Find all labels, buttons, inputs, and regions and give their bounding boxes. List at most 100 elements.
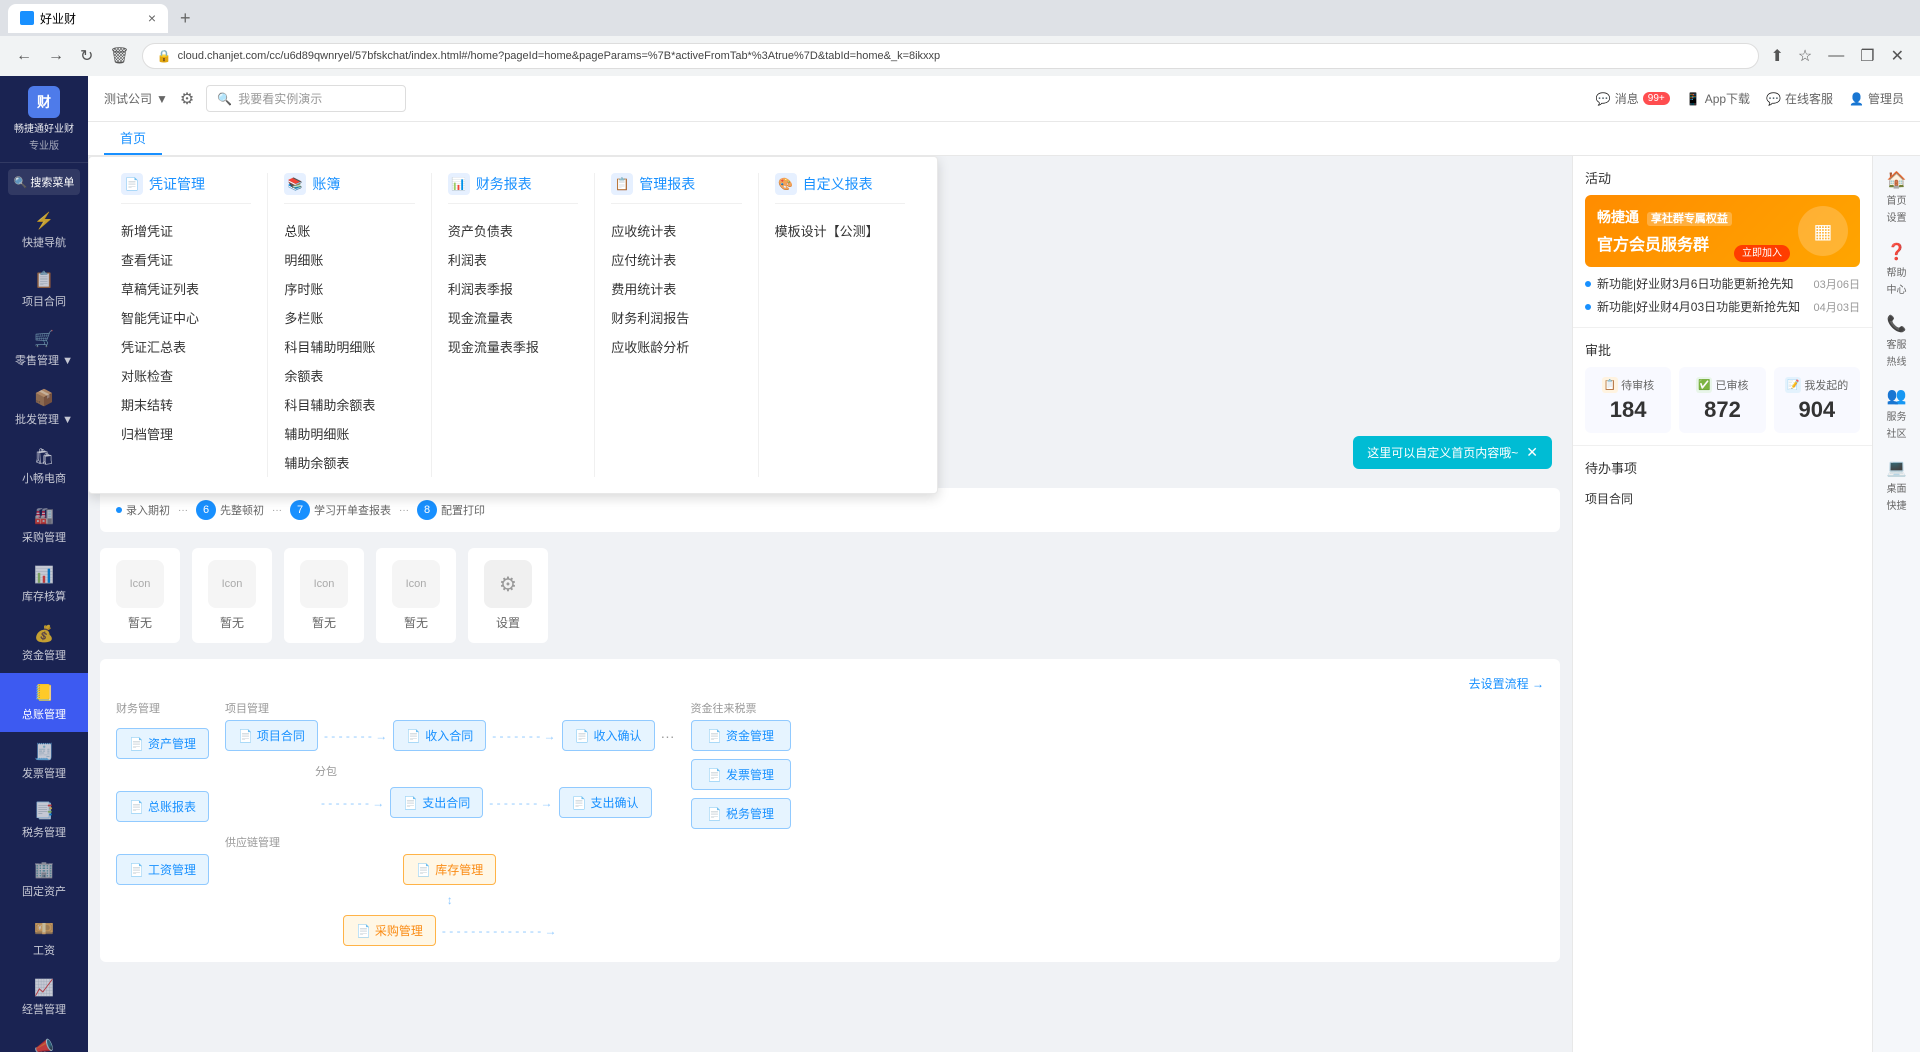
ledger-menu-item-7[interactable]: 辅助明细账: [284, 419, 414, 448]
voucher-menu-item-1[interactable]: 查看凭证: [121, 245, 251, 274]
sidebar-item-inventory[interactable]: 📊 库存核算: [0, 555, 88, 614]
flow-box-cost-contract[interactable]: 📄支出合同: [390, 787, 483, 818]
sidebar-item-quick-nav[interactable]: ⚡ 快捷导航: [0, 201, 88, 260]
right-sidebar-help[interactable]: ❓ 帮助 中心: [1883, 236, 1911, 302]
ledger-menu-item-5[interactable]: 余额表: [284, 361, 414, 390]
flow-box-payroll[interactable]: 📄工资管理: [116, 854, 209, 885]
message-button[interactable]: 💬 消息 99+: [1596, 90, 1670, 107]
nav-forward-button[interactable]: →: [44, 43, 68, 69]
ledger-menu-item-1[interactable]: 明细账: [284, 245, 414, 274]
activity-banner[interactable]: 畅捷通 享社群专属权益 官方会员服务群 ▦ 立即加入: [1585, 195, 1860, 267]
news-item-0[interactable]: 新功能|好业财3月6日功能更新抢先知 03月06日: [1585, 275, 1860, 292]
flow-box-asset[interactable]: 📄资产管理: [116, 728, 209, 759]
app-download-button[interactable]: 📱 App下载: [1686, 90, 1750, 107]
financial-report-item-0[interactable]: 资产负债表: [448, 216, 578, 245]
mgmt-report-item-4[interactable]: 应收账龄分析: [611, 332, 741, 361]
flow-box-purchase[interactable]: 📄采购管理: [343, 915, 436, 946]
activity-join-button[interactable]: 立即加入: [1734, 244, 1790, 259]
sidebar-item-fund[interactable]: 💰 资金管理: [0, 614, 88, 673]
right-sidebar-desktop[interactable]: 💻 桌面 快捷: [1883, 452, 1911, 518]
tab-home[interactable]: 首页: [104, 122, 162, 155]
window-close-button[interactable]: ✕: [1887, 42, 1908, 70]
mgmt-report-item-1[interactable]: 应付统计表: [611, 245, 741, 274]
sidebar-item-tax[interactable]: 📑 税务管理: [0, 791, 88, 850]
favicon-icon: [20, 11, 34, 25]
sidebar-item-invoice[interactable]: 🧾 发票管理: [0, 732, 88, 791]
sidebar: 财 畅捷通好业财 专业版 🔍 搜索菜单 ⚡ 快捷导航 📋 项目合同 🛒 零售管理…: [0, 76, 88, 1052]
sidebar-item-marketing[interactable]: 📣 小畅营销: [0, 1027, 88, 1052]
new-tab-button[interactable]: +: [174, 6, 197, 31]
flow-box-fund-mgmt[interactable]: 📄资金管理: [691, 720, 791, 751]
voucher-menu-item-0[interactable]: 新增凭证: [121, 216, 251, 245]
right-sidebar-service[interactable]: 📞 客服 热线: [1883, 308, 1911, 374]
ledger-menu-item-4[interactable]: 科目辅助明细账: [284, 332, 414, 361]
flow-box-revenue-contract[interactable]: 📄收入合同: [393, 720, 486, 751]
voucher-menu-item-2[interactable]: 草稿凭证列表: [121, 274, 251, 303]
flow-box-ledger[interactable]: 📄总账报表: [116, 791, 209, 822]
sidebar-item-ecommerce[interactable]: 🛍 小畅电商: [0, 437, 88, 496]
mgmt-report-item-2[interactable]: 费用统计表: [611, 274, 741, 303]
ledger-menu-item-2[interactable]: 序时账: [284, 274, 414, 303]
sidebar-item-operations[interactable]: 📈 经营管理: [0, 968, 88, 1027]
mgmt-report-item-0[interactable]: 应收统计表: [611, 216, 741, 245]
financial-report-item-3[interactable]: 现金流量表: [448, 303, 578, 332]
voucher-menu-item-6[interactable]: 期末结转: [121, 390, 251, 419]
approval-card-initiated[interactable]: 📝 我发起的 904: [1774, 367, 1860, 433]
nav-refresh-button[interactable]: ↻: [76, 42, 97, 70]
flow-box-revenue-confirm[interactable]: 📄收入确认: [562, 720, 655, 751]
user-avatar[interactable]: 👤 管理员: [1849, 90, 1904, 107]
sidebar-item-retail-mgmt[interactable]: 🛒 零售管理 ▼: [0, 319, 88, 378]
window-restore-button[interactable]: ❐: [1856, 42, 1878, 70]
flow-box-inventory[interactable]: 📄库存管理: [403, 854, 496, 885]
custom-report-item-0[interactable]: 模板设计【公测】: [775, 216, 905, 245]
settings-gear-icon[interactable]: ⚙: [180, 89, 194, 109]
mgmt-report-item-3[interactable]: 财务利润报告: [611, 303, 741, 332]
voucher-menu-item-4[interactable]: 凭证汇总表: [121, 332, 251, 361]
quick-icon-4[interactable]: Icon 暂无: [376, 548, 456, 643]
content-main: 📄 凭证管理 新增凭证 查看凭证 草稿凭证列表 智能凭证中心 凭证汇总表 对账检…: [88, 156, 1572, 1052]
close-tab-button[interactable]: ×: [148, 10, 156, 26]
nav-delete-button[interactable]: 🗑: [105, 42, 133, 70]
flow-box-invoice-mgmt[interactable]: 📄发票管理: [691, 759, 791, 790]
sidebar-item-fixed-assets[interactable]: 🏢 固定资产: [0, 850, 88, 909]
ledger-menu-item-0[interactable]: 总账: [284, 216, 414, 245]
flow-box-tax-mgmt[interactable]: 📄税务管理: [691, 798, 791, 829]
financial-report-item-4[interactable]: 现金流量表季报: [448, 332, 578, 361]
ledger-menu-item-6[interactable]: 科目辅助余额表: [284, 390, 414, 419]
online-service-button[interactable]: 💬 在线客服: [1766, 90, 1833, 107]
approval-card-approved[interactable]: ✅ 已审核 872: [1679, 367, 1765, 433]
quick-icon-5[interactable]: ⚙ 设置: [468, 548, 548, 643]
sidebar-item-project-contract[interactable]: 📋 项目合同: [0, 260, 88, 319]
sidebar-item-accounting[interactable]: 📒 总账管理: [0, 673, 88, 732]
window-minimize-button[interactable]: —: [1824, 43, 1848, 69]
financial-report-item-1[interactable]: 利润表: [448, 245, 578, 274]
header-search-box[interactable]: 🔍 我要看实例演示: [206, 85, 406, 112]
right-sidebar-community[interactable]: 👥 服务 社区: [1883, 380, 1911, 446]
address-bar[interactable]: 🔒 cloud.chanjet.com/cc/u6d89qwnryel/57bf…: [142, 43, 1759, 69]
quick-icon-1[interactable]: Icon 暂无: [100, 548, 180, 643]
quick-icon-2[interactable]: Icon 暂无: [192, 548, 272, 643]
sidebar-item-purchase[interactable]: 🏭 采购管理: [0, 496, 88, 555]
flow-box-cost-confirm[interactable]: 📄支出确认: [559, 787, 652, 818]
ledger-menu-item-8[interactable]: 辅助余额表: [284, 448, 414, 477]
news-item-1[interactable]: 新功能|好业财4月03日功能更新抢先知 04月03日: [1585, 298, 1860, 315]
todo-item-0[interactable]: 项目合同: [1585, 485, 1860, 512]
set-flow-link[interactable]: 去设置流程 →: [1469, 675, 1544, 692]
tooltip-close-button[interactable]: ✕: [1526, 444, 1538, 461]
browser-share-button[interactable]: ⬆: [1767, 42, 1788, 70]
financial-report-item-2[interactable]: 利润表季报: [448, 274, 578, 303]
sidebar-item-wholesale-mgmt[interactable]: 📦 批发管理 ▼: [0, 378, 88, 437]
nav-back-button[interactable]: ←: [12, 43, 36, 69]
flow-box-project-contract[interactable]: 📄项目合同: [225, 720, 318, 751]
quick-icon-3[interactable]: Icon 暂无: [284, 548, 364, 643]
voucher-menu-item-3[interactable]: 智能凭证中心: [121, 303, 251, 332]
approval-card-pending[interactable]: 📋 待审核 184: [1585, 367, 1671, 433]
voucher-menu-item-5[interactable]: 对账检查: [121, 361, 251, 390]
ledger-menu-item-3[interactable]: 多栏账: [284, 303, 414, 332]
voucher-menu-item-7[interactable]: 归档管理: [121, 419, 251, 448]
sidebar-item-payroll[interactable]: 💴 工资: [0, 909, 88, 968]
sidebar-search-button[interactable]: 🔍 搜索菜单: [8, 169, 80, 195]
browser-bookmark-button[interactable]: ☆: [1794, 42, 1816, 70]
right-sidebar-home-settings[interactable]: 🏠 首页 设置: [1883, 164, 1911, 230]
browser-tab[interactable]: 好业财 ×: [8, 4, 168, 33]
